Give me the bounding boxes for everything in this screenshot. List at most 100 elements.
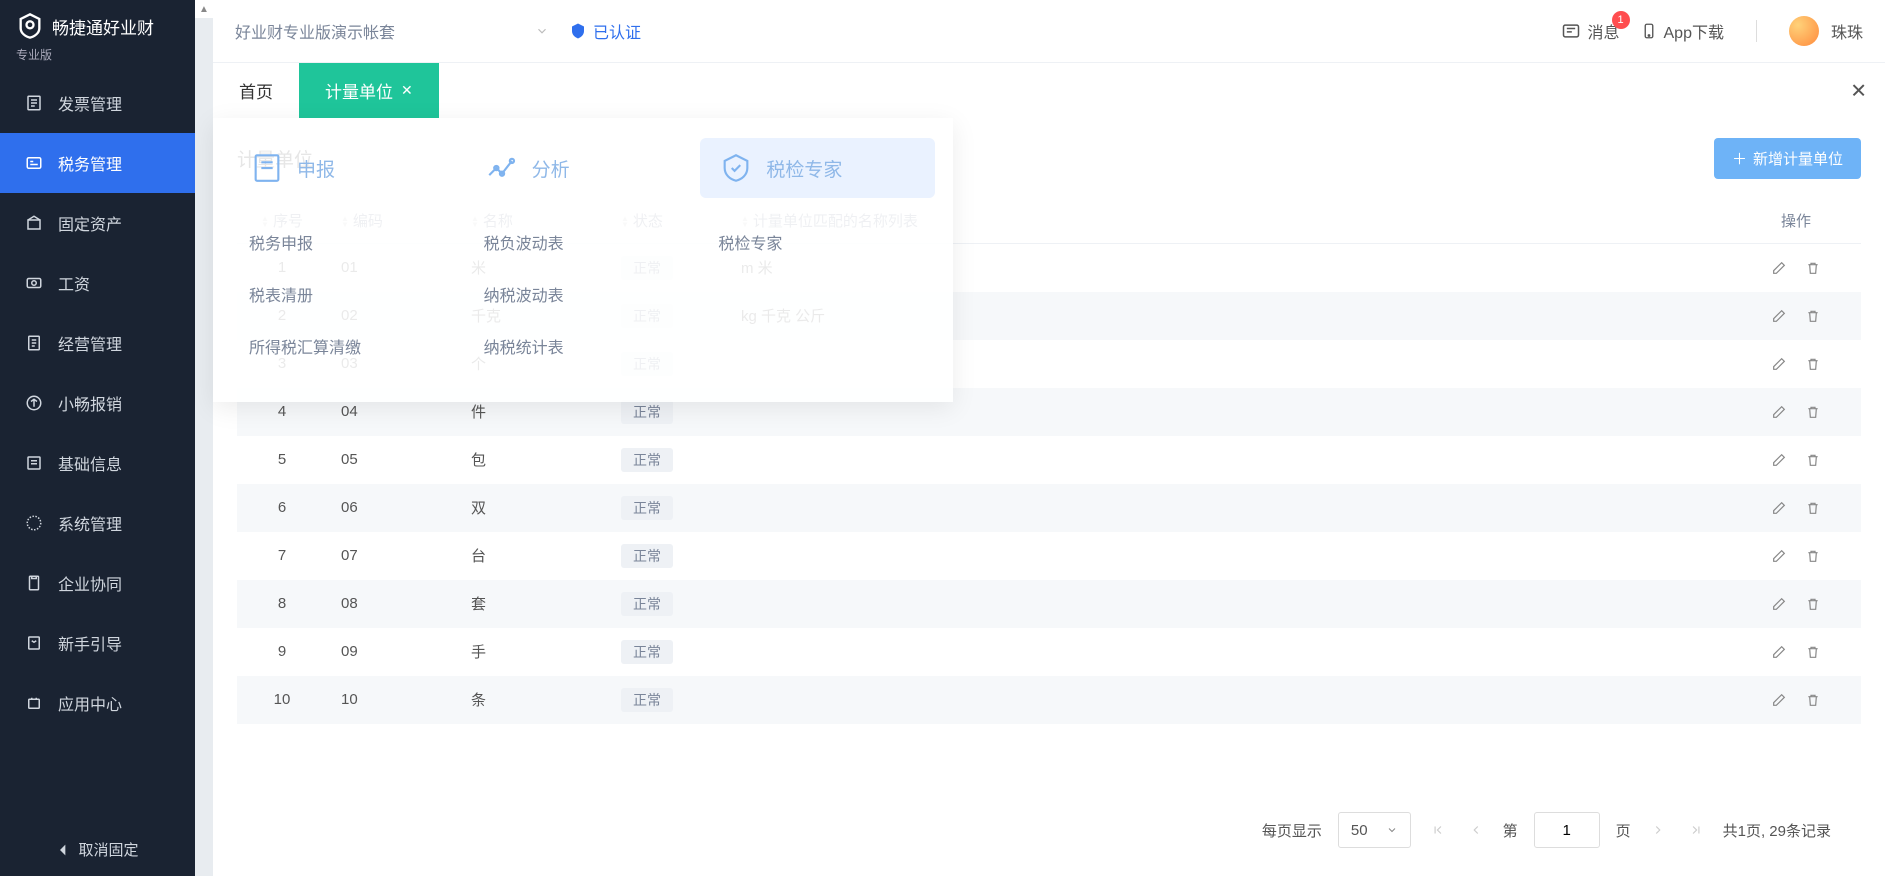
- sidebar: 畅捷通好业财 专业版 发票管理 税务管理 固定资产 工资 经营管理 小畅报销 基…: [0, 0, 195, 876]
- per-page-label: 每页显示: [1262, 820, 1322, 841]
- edit-icon[interactable]: [1771, 548, 1787, 564]
- col-action: 操作: [1731, 198, 1861, 244]
- nav-tax[interactable]: 税务管理: [0, 133, 195, 193]
- scroll-up-icon[interactable]: ▲: [195, 0, 213, 18]
- per-page-select[interactable]: 50: [1338, 812, 1411, 848]
- tabs: 首页 计量单位 ✕ ✕: [213, 62, 1885, 118]
- delete-icon[interactable]: [1805, 260, 1821, 276]
- cell-action: [1731, 580, 1861, 628]
- cell-code: 09: [327, 628, 457, 676]
- delete-icon[interactable]: [1805, 644, 1821, 660]
- page-next-icon[interactable]: [1647, 823, 1669, 837]
- edit-icon[interactable]: [1771, 692, 1787, 708]
- overlay-card-analyze[interactable]: 分析: [466, 138, 701, 198]
- cell-action: [1731, 436, 1861, 484]
- cell-alias: [727, 532, 1731, 580]
- page-prefix: 第: [1503, 820, 1518, 841]
- table-row: 1010条正常: [237, 676, 1861, 724]
- main: 好业财专业版演示帐套 已认证 消息 1 App下载 珠珠: [213, 0, 1885, 876]
- edit-icon[interactable]: [1771, 596, 1787, 612]
- shield-icon: [569, 22, 587, 40]
- analyze-icon: [484, 150, 520, 186]
- expense-icon: [24, 393, 44, 413]
- nav-salary[interactable]: 工资: [0, 253, 195, 313]
- chevron-down-icon: [535, 24, 549, 38]
- add-unit-button[interactable]: ＋ 新增计量单位: [1714, 138, 1861, 179]
- nav-operation[interactable]: 经营管理: [0, 313, 195, 373]
- overlay-link[interactable]: 税检专家: [718, 216, 917, 268]
- user-menu[interactable]: 珠珠: [1789, 16, 1863, 46]
- account-selector[interactable]: 好业财专业版演示帐套: [235, 19, 549, 43]
- cell-seq: 10: [237, 676, 327, 724]
- close-icon[interactable]: ✕: [401, 82, 413, 99]
- page-number-field[interactable]: [1547, 822, 1587, 839]
- page-last-icon[interactable]: [1685, 823, 1707, 837]
- status-badge: 正常: [621, 640, 673, 664]
- edit-icon[interactable]: [1771, 356, 1787, 372]
- overlay-card-expert[interactable]: 税检专家: [700, 138, 935, 198]
- cell-status: 正常: [607, 580, 727, 628]
- overlay-link[interactable]: 纳税波动表: [484, 268, 683, 320]
- overlay-link[interactable]: 税负波动表: [484, 216, 683, 268]
- unpin-button[interactable]: 取消固定: [0, 823, 195, 876]
- page-prev-icon[interactable]: [1465, 823, 1487, 837]
- delete-icon[interactable]: [1805, 356, 1821, 372]
- verified-badge: 已认证: [569, 19, 641, 43]
- nav-system[interactable]: 系统管理: [0, 493, 195, 553]
- cell-alias: [727, 484, 1731, 532]
- messages-button[interactable]: 消息 1: [1561, 19, 1619, 43]
- page-input[interactable]: [1534, 812, 1600, 848]
- tax-submenu-overlay: 申报 分析 税检专家 税务申报 税表清册 所得税汇算清缴: [213, 118, 953, 402]
- plus-icon: ＋: [1732, 148, 1747, 169]
- delete-icon[interactable]: [1805, 596, 1821, 612]
- edit-icon[interactable]: [1771, 308, 1787, 324]
- delete-icon[interactable]: [1805, 452, 1821, 468]
- basic-icon: [24, 453, 44, 473]
- status-badge: 正常: [621, 496, 673, 520]
- cell-status: 正常: [607, 436, 727, 484]
- edit-icon[interactable]: [1771, 452, 1787, 468]
- cell-action: [1731, 292, 1861, 340]
- operation-icon: [24, 333, 44, 353]
- delete-icon[interactable]: [1805, 308, 1821, 324]
- edit-icon[interactable]: [1771, 500, 1787, 516]
- collab-icon: [24, 573, 44, 593]
- nav-basic[interactable]: 基础信息: [0, 433, 195, 493]
- message-badge: 1: [1612, 11, 1630, 29]
- overlay-link[interactable]: 所得税汇算清缴: [249, 320, 448, 372]
- nav-asset[interactable]: 固定资产: [0, 193, 195, 253]
- cell-name: 双: [457, 484, 607, 532]
- nav-guide[interactable]: 新手引导: [0, 613, 195, 673]
- delete-icon[interactable]: [1805, 548, 1821, 564]
- nav-collab[interactable]: 企业协同: [0, 553, 195, 613]
- cell-seq: 7: [237, 532, 327, 580]
- table-row: 707台正常: [237, 532, 1861, 580]
- nav-apps[interactable]: 应用中心: [0, 673, 195, 733]
- phone-icon: [1640, 21, 1658, 41]
- overlay-link[interactable]: 纳税统计表: [484, 320, 683, 372]
- nav-expense[interactable]: 小畅报销: [0, 373, 195, 433]
- cell-name: 套: [457, 580, 607, 628]
- edit-icon[interactable]: [1771, 260, 1787, 276]
- cell-seq: 8: [237, 580, 327, 628]
- divider: [1756, 20, 1757, 42]
- tax-icon: [24, 153, 44, 173]
- edit-icon[interactable]: [1771, 644, 1787, 660]
- delete-icon[interactable]: [1805, 404, 1821, 420]
- table-row: 909手正常: [237, 628, 1861, 676]
- download-button[interactable]: App下载: [1640, 19, 1724, 43]
- tab-home[interactable]: 首页: [213, 63, 299, 118]
- overlay-link[interactable]: 税表清册: [249, 268, 448, 320]
- close-all-icon[interactable]: ✕: [1850, 78, 1867, 103]
- nav-invoice[interactable]: 发票管理: [0, 73, 195, 133]
- tab-units[interactable]: 计量单位 ✕: [299, 63, 439, 118]
- delete-icon[interactable]: [1805, 692, 1821, 708]
- page-first-icon[interactable]: [1427, 823, 1449, 837]
- delete-icon[interactable]: [1805, 500, 1821, 516]
- edit-icon[interactable]: [1771, 404, 1787, 420]
- declare-icon: [249, 150, 285, 186]
- overlay-card-declare[interactable]: 申报: [231, 138, 466, 198]
- cell-code: 08: [327, 580, 457, 628]
- sidebar-scroll[interactable]: ▲: [195, 0, 213, 876]
- overlay-link[interactable]: 税务申报: [249, 216, 448, 268]
